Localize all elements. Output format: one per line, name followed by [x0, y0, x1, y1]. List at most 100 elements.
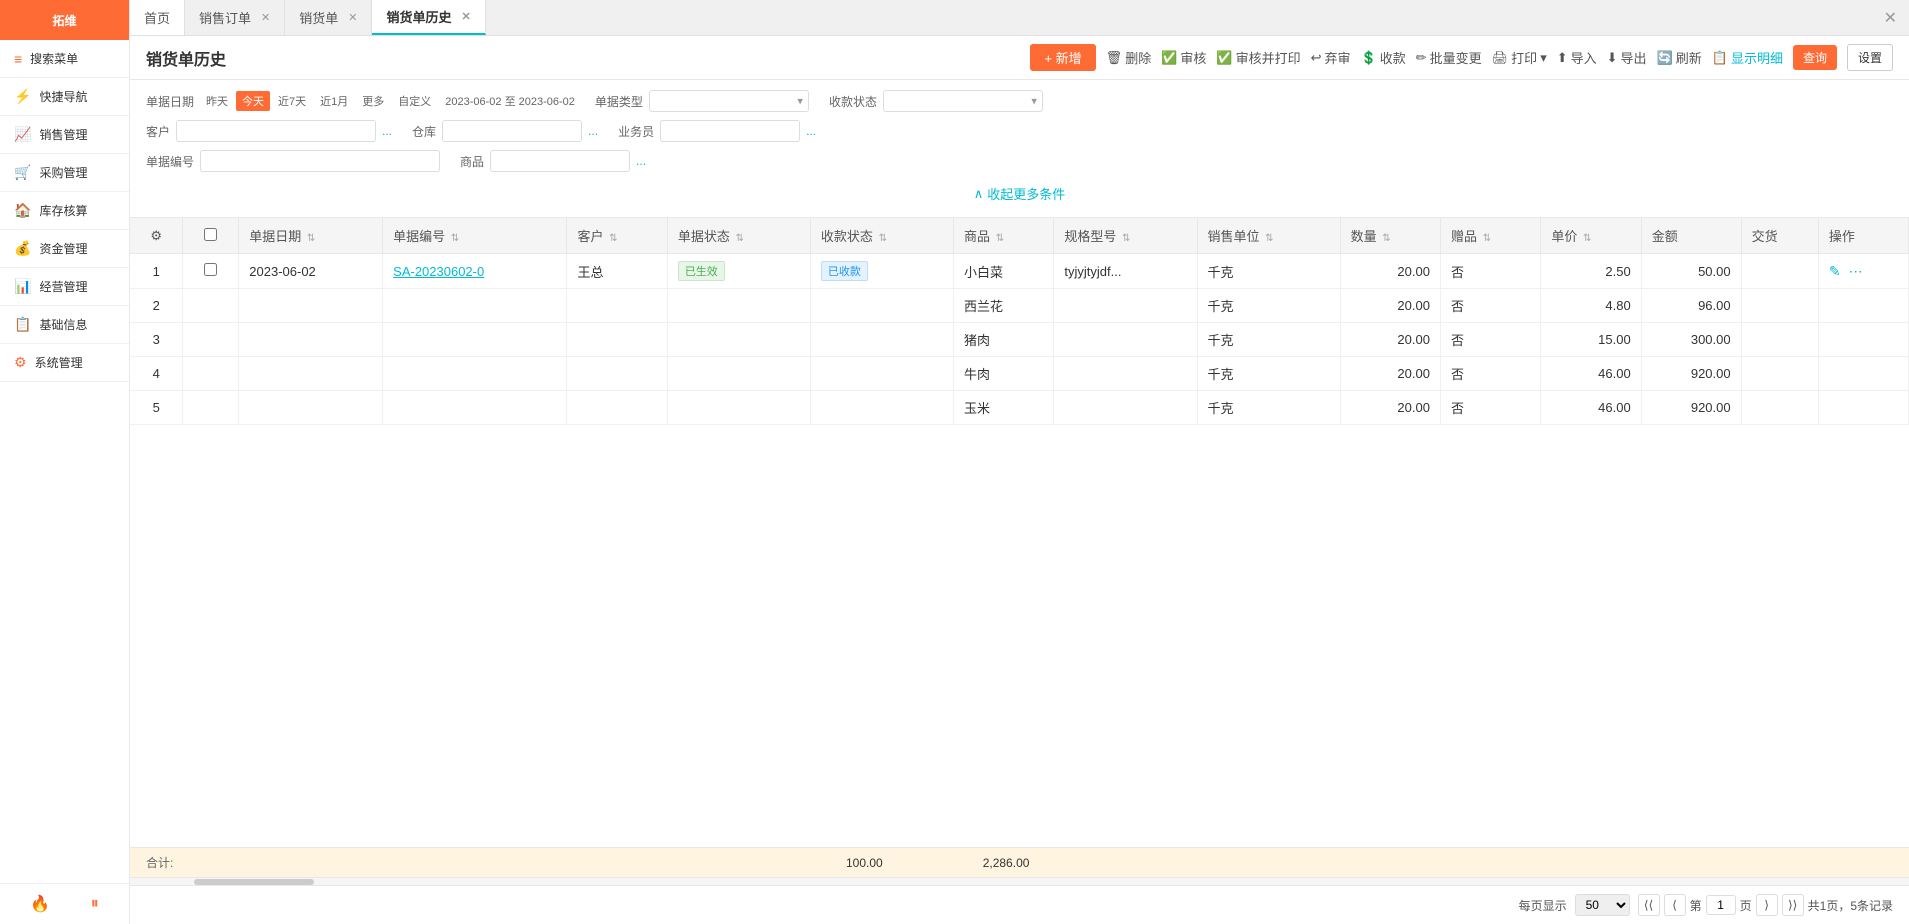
row-price: 2.50	[1541, 254, 1641, 289]
tab-home[interactable]: 首页	[130, 0, 185, 35]
page-first-btn[interactable]: ⟨⟨	[1638, 894, 1660, 916]
sort-docno-icon[interactable]: ⇅	[451, 233, 459, 244]
row-checkbox-cell[interactable]	[183, 357, 239, 391]
row-unit: 千克	[1197, 289, 1340, 323]
row-doc-no[interactable]	[383, 323, 567, 357]
import-button[interactable]: ⬆ 导入	[1557, 48, 1597, 67]
delete-button[interactable]: 🗑 删除	[1106, 48, 1152, 67]
doc-no-input[interactable]	[200, 150, 440, 172]
audit-print-button[interactable]: ✅ 审核并打印	[1216, 48, 1300, 67]
sort-gift-icon[interactable]: ⇅	[1483, 233, 1491, 244]
select-all-checkbox[interactable]	[204, 228, 217, 241]
date-tab-more[interactable]: 更多	[356, 91, 390, 111]
row-doc-no[interactable]	[383, 357, 567, 391]
date-tab-custom[interactable]: 自定义	[392, 91, 437, 111]
batch-change-button[interactable]: ✏ 批量变更	[1416, 48, 1482, 67]
row-checkbox[interactable]	[204, 263, 217, 276]
sidebar-item-ops-mgmt[interactable]: 📊 经营管理	[0, 268, 129, 306]
sort-qty-icon[interactable]: ⇅	[1382, 233, 1390, 244]
staff-picker-btn[interactable]: ...	[806, 124, 816, 138]
discard-button[interactable]: ↩ 弃审	[1311, 48, 1351, 67]
show-detail-button[interactable]: 📋 显示明细	[1712, 48, 1783, 67]
page-next-btn[interactable]: ⟩	[1756, 894, 1778, 916]
row-checkbox-cell[interactable]	[183, 391, 239, 425]
table-header-row: ⚙ 单据日期 ⇅ 单据编号 ⇅ 客户 ⇅	[130, 218, 1909, 254]
row-action[interactable]	[1818, 289, 1908, 323]
more-action-icon[interactable]: ⋯	[1849, 263, 1863, 280]
quick-nav-icon: ⚡	[14, 88, 31, 105]
sidebar-item-sys-mgmt[interactable]: ⚙ 系统管理	[0, 344, 129, 382]
warehouse-input[interactable]	[442, 120, 582, 142]
goods-picker-btn[interactable]: ...	[636, 154, 646, 168]
row-doc-no[interactable]: SA-20230602-0	[383, 254, 567, 289]
sidebar-item-sales-mgmt[interactable]: 📈 销售管理	[0, 116, 129, 154]
scrollbar-thumb[interactable]	[194, 879, 314, 885]
collapse-filter-button[interactable]: ∧ 收起更多条件	[146, 180, 1893, 207]
customer-picker-btn[interactable]: ...	[382, 124, 392, 138]
sidebar-bottom-btn-1[interactable]: 🔥	[30, 894, 50, 914]
sidebar-item-quick-nav[interactable]: ⚡ 快捷导航	[0, 78, 129, 116]
print-button[interactable]: 🖨 打印 ▾	[1492, 48, 1547, 67]
row-checkbox-cell[interactable]	[183, 289, 239, 323]
sidebar-item-search-menu[interactable]: ≡ 搜索菜单	[0, 40, 129, 78]
sidebar-item-fund-mgmt[interactable]: 💰 资金管理	[0, 230, 129, 268]
goods-input[interactable]	[490, 150, 630, 172]
page-size-select[interactable]: 10 20 50 100	[1575, 894, 1630, 916]
horizontal-scrollbar[interactable]	[130, 877, 1909, 885]
sort-paymentstatus-icon[interactable]: ⇅	[879, 233, 887, 244]
refresh-button[interactable]: 🔄 刷新	[1657, 48, 1702, 67]
row-customer	[567, 323, 667, 357]
tab-sales-delivery-close[interactable]: ✕	[348, 11, 357, 24]
add-button[interactable]: + 新增	[1030, 44, 1095, 71]
export-button[interactable]: ⬇ 导出	[1607, 48, 1647, 67]
doc-type-select[interactable]	[649, 90, 809, 112]
edit-action-icon[interactable]: ✎	[1829, 263, 1841, 280]
payment-status-select[interactable]	[883, 90, 1043, 112]
date-tab-today[interactable]: 今天	[236, 91, 270, 111]
row-checkbox-cell[interactable]	[183, 254, 239, 289]
collect-button[interactable]: 💲 收款	[1361, 48, 1406, 67]
sidebar-item-basic-info[interactable]: 📋 基础信息	[0, 306, 129, 344]
audit-icon: ✅	[1161, 50, 1177, 66]
doc-no-link[interactable]: SA-20230602-0	[393, 264, 484, 279]
row-action[interactable]: ✎ ⋯	[1818, 254, 1908, 289]
page-last-btn[interactable]: ⟩⟩	[1782, 894, 1804, 916]
settings-button[interactable]: 设置	[1847, 44, 1893, 71]
row-checkbox-cell[interactable]	[183, 323, 239, 357]
row-action[interactable]	[1818, 357, 1908, 391]
row-action[interactable]	[1818, 323, 1908, 357]
sort-date-icon[interactable]: ⇅	[307, 233, 315, 244]
col-gear[interactable]: ⚙	[130, 218, 183, 254]
page-num-input[interactable]	[1706, 895, 1736, 915]
sort-unit-icon[interactable]: ⇅	[1265, 233, 1273, 244]
sort-goods-icon[interactable]: ⇅	[996, 233, 1004, 244]
date-tab-7days[interactable]: 近7天	[272, 91, 312, 111]
sidebar-item-inventory[interactable]: 🏠 库存核算	[0, 192, 129, 230]
audit-button[interactable]: ✅ 审核	[1161, 48, 1206, 67]
date-tab-1month[interactable]: 近1月	[314, 91, 354, 111]
sort-price-icon[interactable]: ⇅	[1583, 233, 1591, 244]
page-prev-btn[interactable]: ⟨	[1664, 894, 1686, 916]
row-action[interactable]	[1818, 391, 1908, 425]
sort-docstatus-icon[interactable]: ⇅	[735, 233, 743, 244]
tab-sales-order[interactable]: 销售订单 ✕	[185, 0, 285, 35]
col-checkbox[interactable]	[183, 218, 239, 254]
sidebar-item-purchase-mgmt[interactable]: 🛒 采购管理	[0, 154, 129, 192]
query-button[interactable]: 查询	[1793, 45, 1837, 70]
sales-mgmt-icon: 📈	[14, 126, 31, 143]
tab-sales-history-close[interactable]: ✕	[462, 10, 471, 23]
warehouse-picker-btn[interactable]: ...	[588, 124, 598, 138]
tab-sales-delivery[interactable]: 销货单 ✕	[285, 0, 372, 35]
sort-spec-icon[interactable]: ⇅	[1122, 233, 1130, 244]
date-tab-yesterday[interactable]: 昨天	[200, 91, 234, 111]
tab-sales-order-close[interactable]: ✕	[261, 11, 270, 24]
table-row: 2西兰花千克20.00否4.8096.00	[130, 289, 1909, 323]
row-doc-no[interactable]	[383, 289, 567, 323]
tab-sales-history[interactable]: 销货单历史 ✕	[372, 0, 485, 35]
row-doc-no[interactable]	[383, 391, 567, 425]
sort-customer-icon[interactable]: ⇅	[609, 233, 617, 244]
sidebar-bottom-btn-2[interactable]: ⏸	[91, 895, 99, 913]
staff-input[interactable]	[660, 120, 800, 142]
customer-input[interactable]	[176, 120, 376, 142]
tab-bar-close-all[interactable]: ✕	[1872, 8, 1909, 28]
